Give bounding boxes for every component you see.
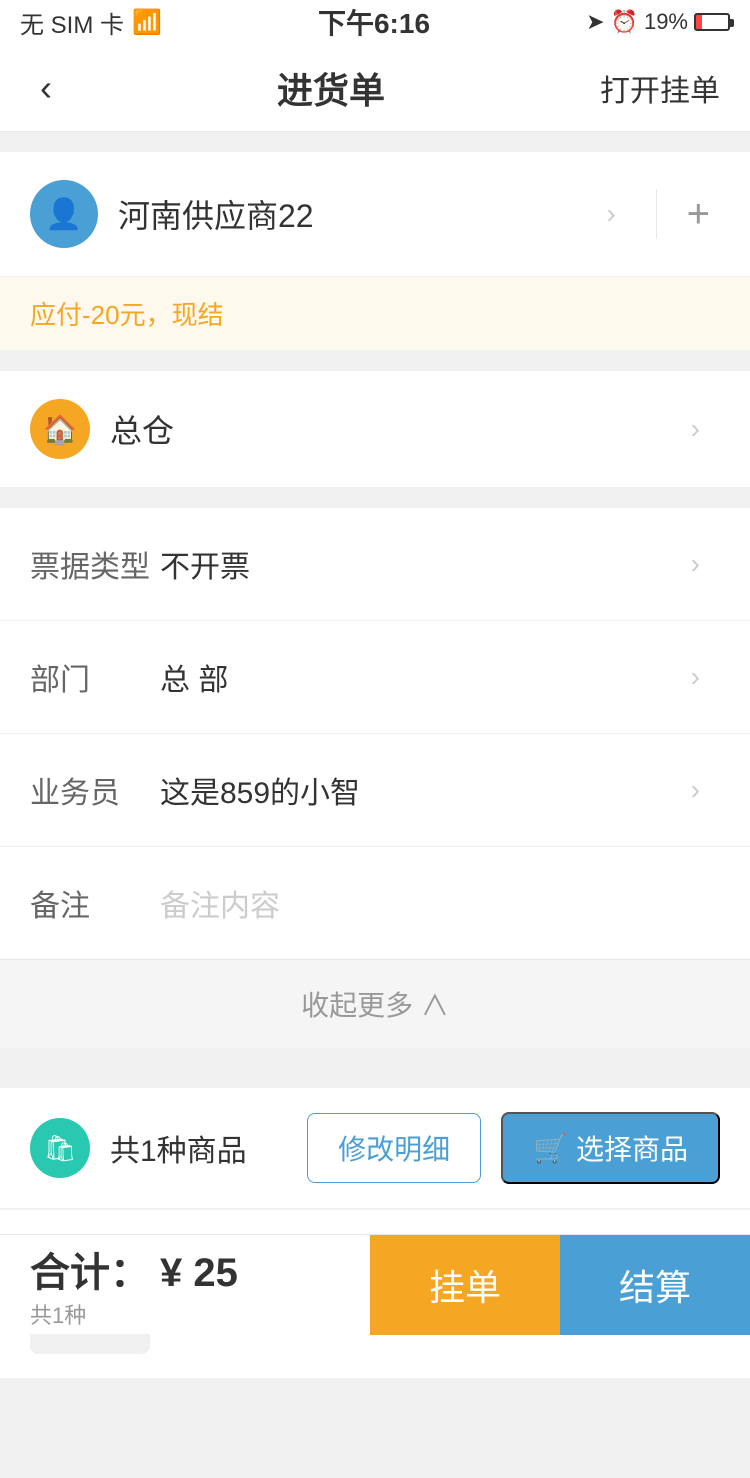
home-icon: 🏠 <box>43 413 78 446</box>
sales-rep-chevron-icon: › <box>691 774 700 806</box>
location-icon: ➤ <box>586 9 604 35</box>
bottom-bar: 合计： ¥ 25 共1种 挂单 结算 <box>0 1234 750 1334</box>
back-button[interactable]: ‹ <box>30 57 62 119</box>
department-value: 总 部 <box>160 655 691 699</box>
total-value: ¥ 25 <box>160 1251 238 1295</box>
warehouse-card: 🏠 总仓 › <box>0 371 750 487</box>
bag-icon: 🛍 <box>43 1133 76 1164</box>
invoice-label: 票据类型 <box>30 542 160 586</box>
invoice-value: 不开票 <box>160 542 691 586</box>
remark-label: 备注 <box>30 881 160 925</box>
nav-bar: ‹ 进货单 打开挂单 <box>0 44 750 132</box>
total-count: 共1种 <box>30 1298 340 1330</box>
products-count: 共1种商品 <box>110 1126 287 1170</box>
products-icon: 🛍 <box>30 1118 90 1178</box>
remark-row[interactable]: 备注 备注内容 <box>0 846 750 959</box>
warehouse-chevron-icon: › <box>691 413 700 445</box>
supplier-row[interactable]: 👤 河南供应商22 › + <box>0 152 750 277</box>
products-header: 🛍 共1种商品 修改明细 🛒 选择商品 <box>0 1088 750 1208</box>
divider <box>656 189 657 239</box>
collapse-bar[interactable]: 收起更多 ∧ <box>0 959 750 1048</box>
status-left: 无 SIM 卡 📶 <box>20 5 162 40</box>
form-card: 票据类型 不开票 › 部门 总 部 › 业务员 这是859的小智 › 备注 备注… <box>0 507 750 959</box>
warehouse-row[interactable]: 🏠 总仓 › <box>0 371 750 487</box>
edit-detail-button[interactable]: 修改明细 <box>307 1113 481 1183</box>
section-gap-3 <box>0 487 750 507</box>
total-amount: 合计： ¥ 25 <box>30 1240 340 1298</box>
add-supplier-button[interactable]: + <box>677 192 720 237</box>
supplier-name: 河南供应商22 <box>118 191 606 237</box>
carrier-text: 无 SIM 卡 <box>20 5 124 40</box>
remark-placeholder: 备注内容 <box>160 881 720 925</box>
sales-rep-label: 业务员 <box>30 768 160 812</box>
supplier-card: 👤 河南供应商22 › + 应付-20元，现结 <box>0 152 750 351</box>
notice-text: 应付-20元，现结 <box>30 300 224 330</box>
department-chevron-icon: › <box>691 661 700 693</box>
section-gap-1 <box>0 132 750 152</box>
select-product-button[interactable]: 🛒 选择商品 <box>501 1112 720 1184</box>
status-bar: 无 SIM 卡 📶 下午6:16 ➤ ⏰ 19% <box>0 0 750 44</box>
section-gap-4 <box>0 1048 750 1068</box>
collapse-label: 收起更多 ∧ <box>301 990 449 1021</box>
status-right: ➤ ⏰ 19% <box>586 9 730 35</box>
section-gap-2 <box>0 351 750 371</box>
warehouse-icon: 🏠 <box>30 399 90 459</box>
settle-button[interactable]: 结算 <box>560 1235 750 1335</box>
department-label: 部门 <box>30 655 160 699</box>
invoice-type-row[interactable]: 票据类型 不开票 › <box>0 507 750 620</box>
page-title: 进货单 <box>277 62 385 114</box>
sales-rep-value: 这是859的小智 <box>160 768 691 812</box>
open-pending-button[interactable]: 打开挂单 <box>600 66 720 110</box>
notice-bar: 应付-20元，现结 <box>0 277 750 351</box>
invoice-chevron-icon: › <box>691 548 700 580</box>
select-product-icon: 🛒 <box>533 1132 568 1165</box>
avatar-icon: 👤 <box>45 197 82 232</box>
wifi-icon: 📶 <box>132 8 162 37</box>
bottom-spacer <box>0 1378 750 1478</box>
total-label: 合计： <box>30 1251 150 1295</box>
sales-rep-row[interactable]: 业务员 这是859的小智 › <box>0 733 750 846</box>
supplier-chevron-icon: › <box>606 198 615 230</box>
battery-percent: 19% <box>644 9 688 35</box>
battery-icon <box>694 13 730 31</box>
pending-button[interactable]: 挂单 <box>370 1235 560 1335</box>
department-row[interactable]: 部门 总 部 › <box>0 620 750 733</box>
total-section: 合计： ¥ 25 共1种 <box>0 1240 370 1330</box>
warehouse-name: 总仓 <box>110 406 691 452</box>
status-time: 下午6:16 <box>318 2 430 42</box>
select-product-label: 选择商品 <box>576 1128 688 1168</box>
alarm-icon: ⏰ <box>611 9 638 35</box>
supplier-avatar: 👤 <box>30 180 98 248</box>
